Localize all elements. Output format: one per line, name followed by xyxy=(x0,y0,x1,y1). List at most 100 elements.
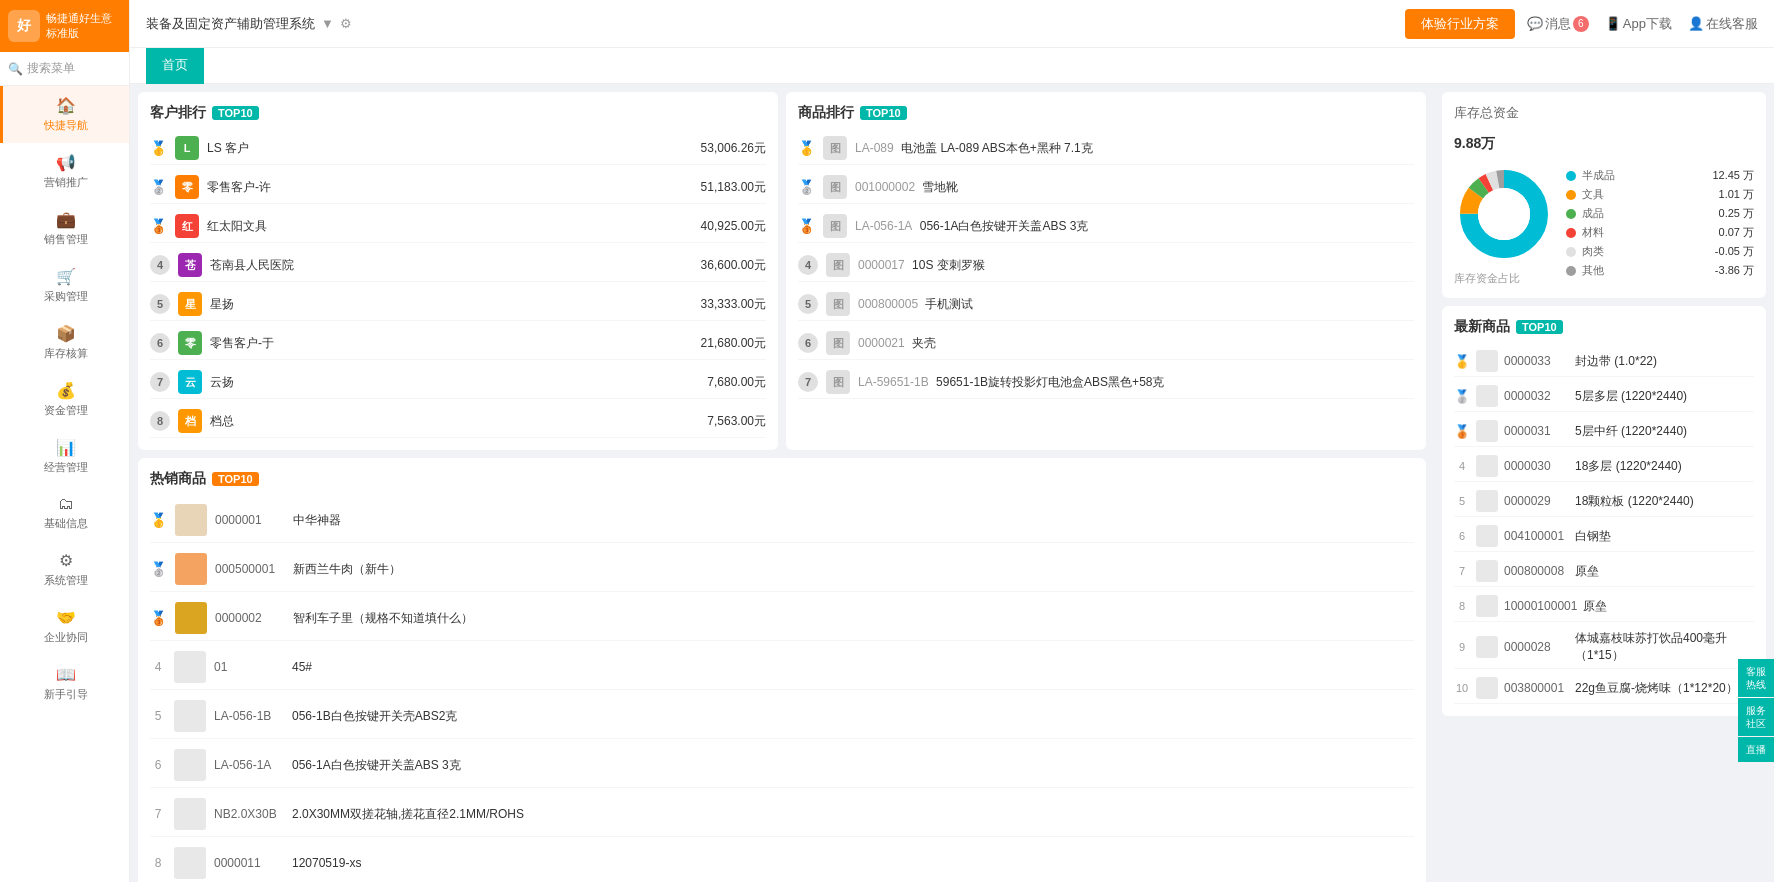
customer-rank-item: 5 星 星扬 33,333.00元 xyxy=(150,288,766,321)
customer-avatar: 云 xyxy=(178,370,202,394)
customer-value: 36,600.00元 xyxy=(701,257,766,274)
medal-silver: 🥈 xyxy=(150,179,167,195)
nav-icon-5: 💰 xyxy=(56,381,76,400)
legend-item: 肉类 -0.05 万 xyxy=(1566,244,1754,259)
newest-products-title: 最新商品 TOP10 xyxy=(1454,318,1754,336)
legend-item: 文具 1.01 万 xyxy=(1566,187,1754,202)
newest-product-name: 22g鱼豆腐-烧烤味（1*12*20） xyxy=(1575,680,1754,697)
nav-label-6: 经营管理 xyxy=(44,460,88,475)
svg-point-6 xyxy=(1478,188,1530,240)
app-download-btn[interactable]: 📱 App下载 xyxy=(1605,15,1672,33)
product-img-placeholder: 图 xyxy=(826,331,850,355)
tab-bar: 首页 xyxy=(130,48,1774,84)
sidebar-item-6[interactable]: 📊 经营管理 xyxy=(0,428,129,485)
sidebar-item-8[interactable]: ⚙系统管理 xyxy=(0,541,129,598)
newest-rank-num: 7 xyxy=(1454,565,1470,577)
legend-name: 其他 xyxy=(1582,263,1709,278)
hot-product-name: 056-1B白色按键开关壳ABS2克 xyxy=(292,708,1414,725)
float-btn[interactable]: 客服 热线 xyxy=(1738,659,1774,697)
system-title: 装备及固定资产辅助管理系统 ▼ ⚙ xyxy=(146,15,1393,33)
hot-product-item: 4 01 45# xyxy=(150,645,1414,690)
rank-num-4: 4 xyxy=(798,255,818,275)
product-rank-item: 🥈 图 001000002 雪地靴 xyxy=(798,171,1414,204)
legend-dot xyxy=(1566,228,1576,238)
sidebar-item-10[interactable]: 📖新手引导 xyxy=(0,655,129,712)
hot-product-item: 🥇 0000001 中华神器 xyxy=(150,498,1414,543)
hot-product-code: 0000002 xyxy=(215,611,285,625)
nav-icon-6: 📊 xyxy=(56,438,76,457)
sidebar-item-0[interactable]: 🏠快捷导航 xyxy=(0,86,129,143)
hot-product-code: LA-056-1B xyxy=(214,709,284,723)
message-btn[interactable]: 💬 消息 6 xyxy=(1527,15,1589,33)
sidebar-item-5[interactable]: 💰资金管理 xyxy=(0,371,129,428)
nav-icon-4: 📦 xyxy=(56,324,76,343)
customer-rank-card: 客户排行 TOP10 🥇 L LS 客户 53,006.26元 🥈 零 零售客户… xyxy=(138,92,778,450)
newest-product-img xyxy=(1476,636,1498,658)
logo-text: 畅捷通好生意 标准版 xyxy=(46,11,112,42)
newest-rank-num: 4 xyxy=(1454,460,1470,472)
sidebar-item-3[interactable]: 🛒采购管理 xyxy=(0,257,129,314)
float-btn[interactable]: 服务 社区 xyxy=(1738,698,1774,736)
hot-product-item: 8 0000011 12070519-xs xyxy=(150,841,1414,882)
rank-num-4: 4 xyxy=(150,255,170,275)
hot-product-item: 🥈 000500001 新西兰牛肉（新牛） xyxy=(150,547,1414,592)
donut-chart xyxy=(1454,164,1554,264)
customer-name: 零售客户-许 xyxy=(207,179,693,196)
sidebar-search[interactable]: 🔍 搜索菜单 xyxy=(0,52,129,86)
newest-product-item: 7 000800008 原垒 xyxy=(1454,556,1754,587)
newest-product-img xyxy=(1476,677,1498,699)
float-btn[interactable]: 直播 xyxy=(1738,737,1774,762)
medal-bronze: 🥉 xyxy=(150,218,167,234)
inventory-value: 9.88万 xyxy=(1454,126,1754,154)
customer-rank-item: 🥈 零 零售客户-许 51,183.00元 xyxy=(150,171,766,204)
hot-product-item: 5 LA-056-1B 056-1B白色按键开关壳ABS2克 xyxy=(150,694,1414,739)
nav-icon-9: 🤝 xyxy=(56,608,76,627)
trial-button[interactable]: 体验行业方案 xyxy=(1405,9,1515,39)
product-image xyxy=(175,553,207,585)
legend-value: -0.05 万 xyxy=(1715,244,1754,259)
product-rank-item: 4 图 0000017 10S 变刺罗猴 xyxy=(798,249,1414,282)
rank-num-6: 6 xyxy=(150,333,170,353)
sidebar-item-1[interactable]: 📢营销推广 xyxy=(0,143,129,200)
newest-rank-num: 6 xyxy=(1454,530,1470,542)
newest-product-item: 9 0000028 体城嘉枝味苏打饮品400毫升（1*15） xyxy=(1454,626,1754,669)
tab-home[interactable]: 首页 xyxy=(146,48,204,84)
logo-icon: 好 xyxy=(8,10,40,42)
sidebar-item-2[interactable]: 💼销售管理 xyxy=(0,200,129,257)
rank-section: 客户排行 TOP10 🥇 L LS 客户 53,006.26元 🥈 零 零售客户… xyxy=(138,92,1426,450)
customer-name: 苍南县人民医院 xyxy=(210,257,693,274)
sidebar-item-7[interactable]: 🗂基础信息 xyxy=(0,485,129,541)
legend-value: -3.86 万 xyxy=(1715,263,1754,278)
legend-value: 1.01 万 xyxy=(1719,187,1754,202)
hot-product-name: 056-1A白色按键开关盖ABS 3克 xyxy=(292,757,1414,774)
product-image xyxy=(175,602,207,634)
product-img-placeholder: 图 xyxy=(826,292,850,316)
product-img-empty xyxy=(174,700,206,732)
settings-icon[interactable]: ⚙ xyxy=(340,16,352,31)
sidebar-logo: 好 畅捷通好生意 标准版 xyxy=(0,0,129,52)
hot-product-code: 0000011 xyxy=(214,856,284,870)
sidebar-item-9[interactable]: 🤝企业协同 xyxy=(0,598,129,655)
sidebar-item-4[interactable]: 📦库存核算 xyxy=(0,314,129,371)
customer-value: 21,680.00元 xyxy=(701,335,766,352)
customer-avatar: 零 xyxy=(175,175,199,199)
product-rank-badge: TOP10 xyxy=(860,106,907,120)
hot-product-name: 45# xyxy=(292,660,1414,674)
customer-rank-item: 8 档 档总 7,563.00元 xyxy=(150,405,766,438)
right-panel: 库存总资金 9.88万 xyxy=(1434,84,1774,882)
product-img-empty xyxy=(174,651,206,683)
online-service-btn[interactable]: 👤 在线客服 xyxy=(1688,15,1758,33)
product-img-placeholder: 图 xyxy=(823,214,847,238)
newest-product-item: 🥉 0000031 5层中纤 (1220*2440) xyxy=(1454,416,1754,447)
hot-product-code: 000500001 xyxy=(215,562,285,576)
customer-rank-badge: TOP10 xyxy=(212,106,259,120)
product-img-empty xyxy=(174,749,206,781)
legend-dot xyxy=(1566,247,1576,257)
search-icon: 🔍 xyxy=(8,62,23,76)
dropdown-icon[interactable]: ▼ xyxy=(321,16,334,31)
float-buttons: 客服 热线服务 社区直播 xyxy=(1738,659,1774,762)
legend-item: 半成品 12.45 万 xyxy=(1566,168,1754,183)
newest-product-name: 原垒 xyxy=(1583,598,1754,615)
customer-value: 7,680.00元 xyxy=(707,374,766,391)
newest-product-code: 10000100001 xyxy=(1504,599,1577,613)
